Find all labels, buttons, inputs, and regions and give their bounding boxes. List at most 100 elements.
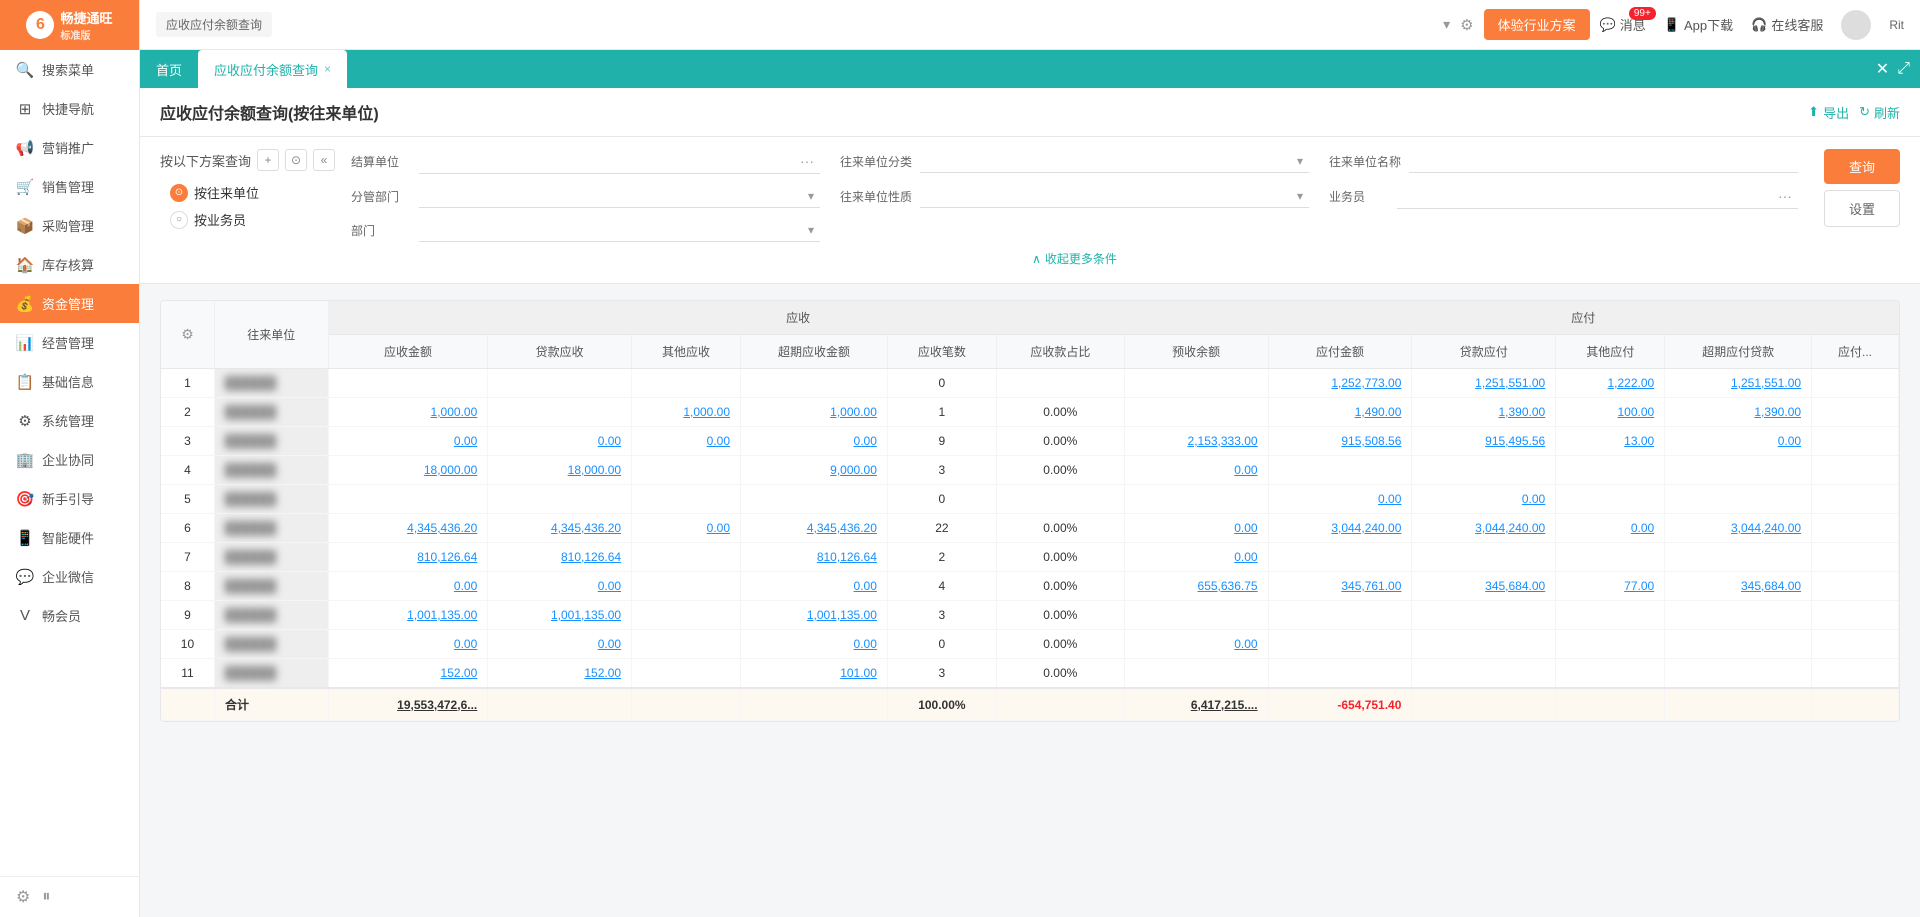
sidebar-item-quicknav[interactable]: ⊞ 快捷导航 xyxy=(0,89,139,128)
jiesuan-input[interactable]: ··· xyxy=(419,149,820,174)
tab-home[interactable]: 首页 xyxy=(140,50,198,88)
wanglai-type-label: 往来单位分类 xyxy=(840,153,912,170)
table-row: 2██████1,000.001,000.001,000.0010.00%1,4… xyxy=(161,398,1899,427)
partner-name: ██████ xyxy=(214,485,328,514)
page-header: 应收应付余额查询(按往来单位) ⬆ 导出 ↻ 刷新 xyxy=(140,88,1920,137)
settings-btn[interactable]: 设置 xyxy=(1824,190,1900,227)
salesman-dots-icon: ··· xyxy=(1778,188,1792,204)
dept2-label: 部门 xyxy=(351,222,411,239)
tab-close-icon[interactable]: × xyxy=(324,62,331,76)
sidebar-item-inventory[interactable]: 🏠 库存核算 xyxy=(0,245,139,284)
sidebar-item-sales[interactable]: 🛒 销售管理 xyxy=(0,167,139,206)
sidebar-item-operation[interactable]: 📊 经营管理 xyxy=(0,323,139,362)
sales-icon: 🛒 xyxy=(16,178,34,196)
dept2-chevron-icon: ▾ xyxy=(808,223,814,237)
sidebar-item-hardware[interactable]: 📱 智能硬件 xyxy=(0,518,139,557)
partner-name: ██████ xyxy=(214,514,328,543)
dept2-input[interactable]: ▾ xyxy=(419,219,820,242)
online-service-btn[interactable]: 🎧 在线客服 xyxy=(1751,15,1823,34)
footer-ar-amount[interactable]: 19,553,472,6... xyxy=(328,688,488,721)
jiesuan-dots-icon: ··· xyxy=(800,153,814,169)
system-icon: ⚙ xyxy=(16,412,34,430)
sidebar-bottom: ⚙ ⏸ xyxy=(0,876,139,917)
table-gear-icon[interactable]: ⚙ xyxy=(181,326,194,342)
breadcrumb: 应收应付余额查询 xyxy=(156,12,1433,37)
filter-grid: 结算单位 ··· 往来单位分类 ▾ xyxy=(351,149,1798,242)
online-service-label: 在线客服 xyxy=(1771,15,1823,34)
export-btn[interactable]: ⬆ 导出 xyxy=(1808,103,1849,122)
filter-field-dept: 分管部门 ▾ xyxy=(351,184,820,209)
scheme-option-salesman[interactable]: ○ 按业务员 xyxy=(170,210,335,229)
table-row: 4██████18,000.0018,000.009,000.0030.00%0… xyxy=(161,456,1899,485)
scheme-setting-btn[interactable]: ⊙ xyxy=(285,149,307,171)
salesman-radio-icon: ○ xyxy=(170,211,188,229)
salesman-input[interactable]: ··· xyxy=(1397,184,1798,209)
partner-name: ██████ xyxy=(214,427,328,456)
filter-fields-area: 结算单位 ··· 往来单位分类 ▾ xyxy=(351,149,1798,271)
wanglai-type-input[interactable]: ▾ xyxy=(920,150,1309,173)
message-btn[interactable]: 💬 消息 99+ xyxy=(1600,15,1646,34)
filter-field-wanglai-nature: 往来单位性质 ▾ xyxy=(840,184,1309,209)
app-logo: 6 畅捷通旺 标准版 xyxy=(0,0,139,50)
app-download-btn[interactable]: 📱 App下载 xyxy=(1664,15,1733,34)
sidebar-item-capital[interactable]: 💰 资金管理 xyxy=(0,284,139,323)
trial-btn[interactable]: 体验行业方案 xyxy=(1484,9,1590,40)
th-ap-more: 应付... xyxy=(1812,335,1899,369)
tabbar-close-icon[interactable]: ✕ xyxy=(1876,59,1889,79)
scheme-collapse-btn[interactable]: « xyxy=(313,149,335,171)
sidebar-item-wechat[interactable]: 💬 企业微信 xyxy=(0,557,139,596)
dept-input[interactable]: ▾ xyxy=(419,185,820,208)
collapse-bar[interactable]: ∧ 收起更多条件 xyxy=(351,242,1798,271)
scheme-add-btn[interactable]: + xyxy=(257,149,279,171)
sidebar-item-marketing[interactable]: 📢 营销推广 xyxy=(0,128,139,167)
th-ar-count: 应收笔数 xyxy=(887,335,996,369)
sidebar-item-member[interactable]: V 畅会员 xyxy=(0,596,139,635)
footer-ar-prepay[interactable]: 6,417,215.... xyxy=(1124,688,1268,721)
sidebar-item-enterprise[interactable]: 🏢 企业协同 xyxy=(0,440,139,479)
topbar-right: 💬 消息 99+ 📱 App下载 🎧 在线客服 Rit xyxy=(1600,10,1904,40)
th-ap-loan: 贷款应付 xyxy=(1412,335,1556,369)
table-footer-row: 合计 19,553,472,6... 100.00% 6,417,215....… xyxy=(161,688,1899,721)
sidebar-item-guide[interactable]: 🎯 新手引导 xyxy=(0,479,139,518)
logo-text: 畅捷通旺 标准版 xyxy=(60,8,112,42)
filter-field-wanglai-type: 往来单位分类 ▾ xyxy=(840,149,1309,174)
table-row: 7██████810,126.64810,126.64810,126.6420.… xyxy=(161,543,1899,572)
table-row: 8██████0.000.000.0040.00%655,636.75345,7… xyxy=(161,572,1899,601)
topbar-gear-icon[interactable]: ⚙ xyxy=(1460,16,1473,34)
breadcrumb-path: 应收应付余额查询 xyxy=(156,12,272,37)
table-row: 5██████00.000.00 xyxy=(161,485,1899,514)
main-area: 应收应付余额查询 ▾ ⚙ 体验行业方案 💬 消息 99+ 📱 App下载 🎧 在… xyxy=(140,0,1920,917)
wanglai-name-input[interactable] xyxy=(1409,150,1798,173)
topbar-dropdown-icon[interactable]: ▾ xyxy=(1443,16,1450,33)
dept-label: 分管部门 xyxy=(351,188,411,205)
th-ar-ratio: 应收款占比 xyxy=(996,335,1124,369)
tab-ar-ap[interactable]: 应收应付余额查询 × xyxy=(198,50,347,88)
member-icon: V xyxy=(16,607,34,625)
message-icon: 💬 xyxy=(1600,17,1616,33)
sidebar-pause-icon[interactable]: ⏸ xyxy=(42,888,50,906)
table-row: 9██████1,001,135.001,001,135.001,001,135… xyxy=(161,601,1899,630)
footer-ar-other xyxy=(632,688,741,721)
tabbar-actions: ✕ ⤢ xyxy=(1876,59,1920,79)
sidebar-gear-icon[interactable]: ⚙ xyxy=(16,887,30,907)
sidebar-item-search[interactable]: 🔍 搜索菜单 xyxy=(0,50,139,89)
footer-ar-ratio: 100.00% xyxy=(887,688,996,721)
sidebar-item-purchase[interactable]: 📦 采购管理 xyxy=(0,206,139,245)
query-btn[interactable]: 查询 xyxy=(1824,149,1900,184)
sidebar-item-basic[interactable]: 📋 基础信息 xyxy=(0,362,139,401)
scheme-options: ⊙ 按往来单位 ○ 按业务员 xyxy=(170,183,335,229)
basic-icon: 📋 xyxy=(16,373,34,391)
footer-ap-loan xyxy=(1412,688,1556,721)
scheme-option-unit[interactable]: ⊙ 按往来单位 xyxy=(170,183,335,202)
sidebar-item-system[interactable]: ⚙ 系统管理 xyxy=(0,401,139,440)
refresh-btn[interactable]: ↻ 刷新 xyxy=(1859,103,1900,122)
partner-name: ██████ xyxy=(214,659,328,689)
tabbar-expand-icon[interactable]: ⤢ xyxy=(1897,60,1910,78)
filter-label-row: 按以下方案查询 + ⊙ « xyxy=(160,149,335,171)
avatar[interactable] xyxy=(1841,10,1871,40)
table-wrapper: ⚙ 往来单位 应收 应付 应收金额 贷款应收 其他应收 超期应收金额 应收笔数 … xyxy=(160,300,1900,722)
username: Rit xyxy=(1889,18,1904,32)
wanglai-nature-input[interactable]: ▾ xyxy=(920,185,1309,208)
wanglai-type-chevron-icon: ▾ xyxy=(1297,154,1303,168)
app-download-label: App下载 xyxy=(1684,15,1733,34)
